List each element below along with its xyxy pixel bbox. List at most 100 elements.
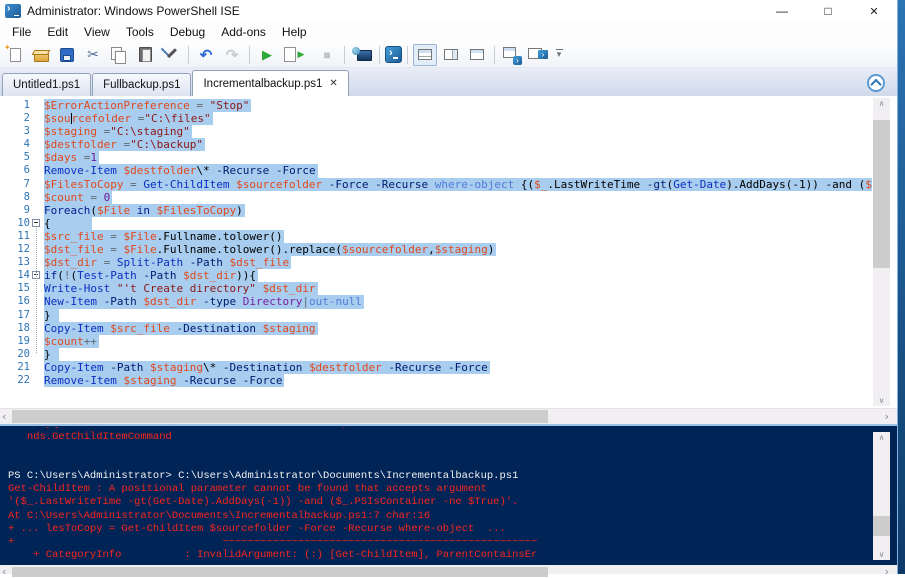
code-line[interactable]: 16 New-Item -Path $dst_dir -type Director… [0,295,872,309]
code-line[interactable]: 9 Foreach($File in $FilesToCopy) [0,203,872,217]
code-line[interactable]: 15 Write-Host "'t Create directory" $dst_… [0,282,872,296]
run-selection-icon[interactable]: ▶ [281,44,313,66]
code-token: \* [202,360,217,374]
scroll-up-icon[interactable]: ∧ [873,433,890,442]
code-token: $File [123,229,157,243]
menu-edit[interactable]: Edit [39,23,76,41]
maximize-button[interactable]: □ [805,0,851,22]
copy-icon[interactable] [107,44,131,66]
scroll-down-icon[interactable]: ∨ [873,396,890,405]
new-script-icon[interactable] [3,43,27,66]
selected-text: $src_file = $File.Fullname.tolower() [44,229,285,244]
menu-addons[interactable]: Add-ons [213,23,274,41]
console-output-line: PS C:\Users\Administrator> C:\Users\Admi… [8,470,519,483]
console-horizontal-scrollbar[interactable]: ‹ › [0,565,897,578]
redo-icon[interactable]: ↷ [220,44,244,66]
editor-vertical-scrollbar[interactable]: ∧ ∨ [873,98,890,406]
code-line[interactable]: 22 Remove-Item $staging -Recurse -Force [0,373,872,388]
fold-gutter [30,112,44,125]
show-script-pane-right-icon[interactable] [439,44,463,66]
code-line[interactable]: 19 $count++ [0,334,872,348]
code-line[interactable]: 8 $count = 0 [0,190,872,204]
console-output-line: + ... lesToCopy = Get-ChildItem $sourcef… [8,522,506,535]
console-vscroll-thumb[interactable] [873,516,890,536]
code-line[interactable]: 5 $days =1 [0,151,872,165]
code-token: $sourcefolder [236,177,323,191]
line-number: 5 [23,151,30,164]
cut-icon[interactable]: ✂ [81,44,105,66]
code-token: $staging [434,243,488,257]
code-token: 1 [90,151,97,165]
code-line[interactable]: 13 $dst_dir = Split-Path -Path $dst_file [0,256,872,270]
scroll-left-icon[interactable]: ‹ [2,565,6,578]
scroll-down-icon[interactable]: ∨ [873,550,890,559]
code-token: $count [44,334,84,348]
tab-untitled1-ps1[interactable]: Untitled1.ps1 [2,73,92,96]
menu-file[interactable]: File [4,23,39,41]
paste-icon[interactable] [133,44,157,66]
close-button[interactable]: ✕ [851,0,897,22]
menu-view[interactable]: View [76,23,118,41]
code-line[interactable]: 18 Copy-Item $src_file -Destination $stag… [0,321,872,335]
save-script-icon[interactable] [55,44,79,66]
editor-vscroll-thumb[interactable] [873,120,890,268]
code-token: $staging [149,360,203,374]
code-line[interactable]: 17} [0,308,872,322]
console-vertical-scrollbar[interactable]: ∧ ∨ [873,432,890,560]
selected-text: Remove-Item $destfolder\* -Recurse -Forc… [44,164,318,178]
code-line[interactable]: 12 $dst_file = $File.Fullname.tolower().r… [0,243,872,257]
fold-collapse-icon[interactable] [32,218,40,227]
console-hscroll-thumb[interactable] [12,567,548,577]
code-line[interactable]: 20} [0,347,872,361]
code-token: } [44,347,58,361]
code-token: -Force [269,164,316,178]
collapse-script-pane-button[interactable] [867,74,885,92]
selected-text: New-Item -Path $dst_dir -type Directory|… [44,295,364,309]
code-line[interactable]: 11 $src_file = $File.Fullname.tolower() [0,229,872,244]
stop-operation-icon[interactable]: ■ [315,44,339,66]
code-line[interactable]: 10 { [0,216,872,230]
minimize-button[interactable]: — [759,0,805,22]
code-token: -Path [103,360,144,374]
menu-tools[interactable]: Tools [118,23,162,41]
new-powershell-tab-icon[interactable] [500,44,524,66]
toolbar: ✂↶↷▶▶■▾ [0,42,897,68]
toolbar-overflow-icon[interactable]: ▾ [552,44,566,66]
code-line[interactable]: 2 $sourcefolder ="C:\files" [0,112,872,126]
show-script-pane-top-icon[interactable] [413,43,437,66]
code-token: Get-ChildItem [143,177,230,191]
new-remote-powershell-tab-icon[interactable] [350,44,374,66]
show-script-pane-maximized-icon[interactable] [465,44,489,66]
code-line[interactable]: 3 $staging ="C:\staging" [0,125,872,139]
code-line[interactable]: 6 Remove-Item $destfolder\* -Recurse -For… [0,164,872,178]
show-script-in-new-window-icon[interactable] [526,44,550,66]
code-line[interactable]: 21 Copy-Item -Path $staging\* -Destinatio… [0,360,872,374]
scroll-left-icon[interactable]: ‹ [2,410,6,423]
line-number: 20 [17,347,30,360]
line-number: 21 [17,360,30,373]
clear-console-pane-icon[interactable] [159,44,183,66]
scroll-right-icon[interactable]: › [885,565,889,578]
scroll-right-icon[interactable]: › [885,410,889,423]
code-line[interactable]: 1 $ErrorActionPreference = "Stop" [0,99,872,113]
start-powershell-icon[interactable] [385,46,402,63]
editor-hscroll-thumb[interactable] [12,410,548,423]
code-line[interactable]: 14 if(!(Test-Path -Path $dst_dir)){ [0,269,872,283]
code-area[interactable]: 1 $ErrorActionPreference = "Stop" 2 $source… [0,96,872,408]
undo-icon[interactable]: ↶ [194,44,218,66]
menu-debug[interactable]: Debug [162,23,213,41]
tab-fullbackup-ps1[interactable]: Fullbackup.ps1 [92,73,192,96]
tab-incrementalbackup-ps1[interactable]: Incrementalbackup.ps1 ✕ [192,70,349,96]
scroll-up-icon[interactable]: ∧ [873,99,890,108]
console-output-line: nds.GetChildItemCommand [8,431,172,443]
run-script-icon[interactable]: ▶ [255,44,279,66]
code-line[interactable]: 7 $FilesToCopy = Get-ChildItem $sourcefol… [0,177,872,191]
menu-help[interactable]: Help [274,23,315,41]
open-script-icon[interactable] [29,44,53,66]
script-editor-pane[interactable]: 1 $ErrorActionPreference = "Stop" 2 $source… [0,96,897,424]
tab-close-icon[interactable]: ✕ [329,78,337,89]
console-pane[interactable]: + FullyQualifiedErrorId : PositionalPara… [0,424,897,578]
editor-horizontal-scrollbar[interactable]: ‹ › [0,408,897,424]
code-line[interactable]: 4 $destfolder ="C:\backup" [0,138,872,152]
